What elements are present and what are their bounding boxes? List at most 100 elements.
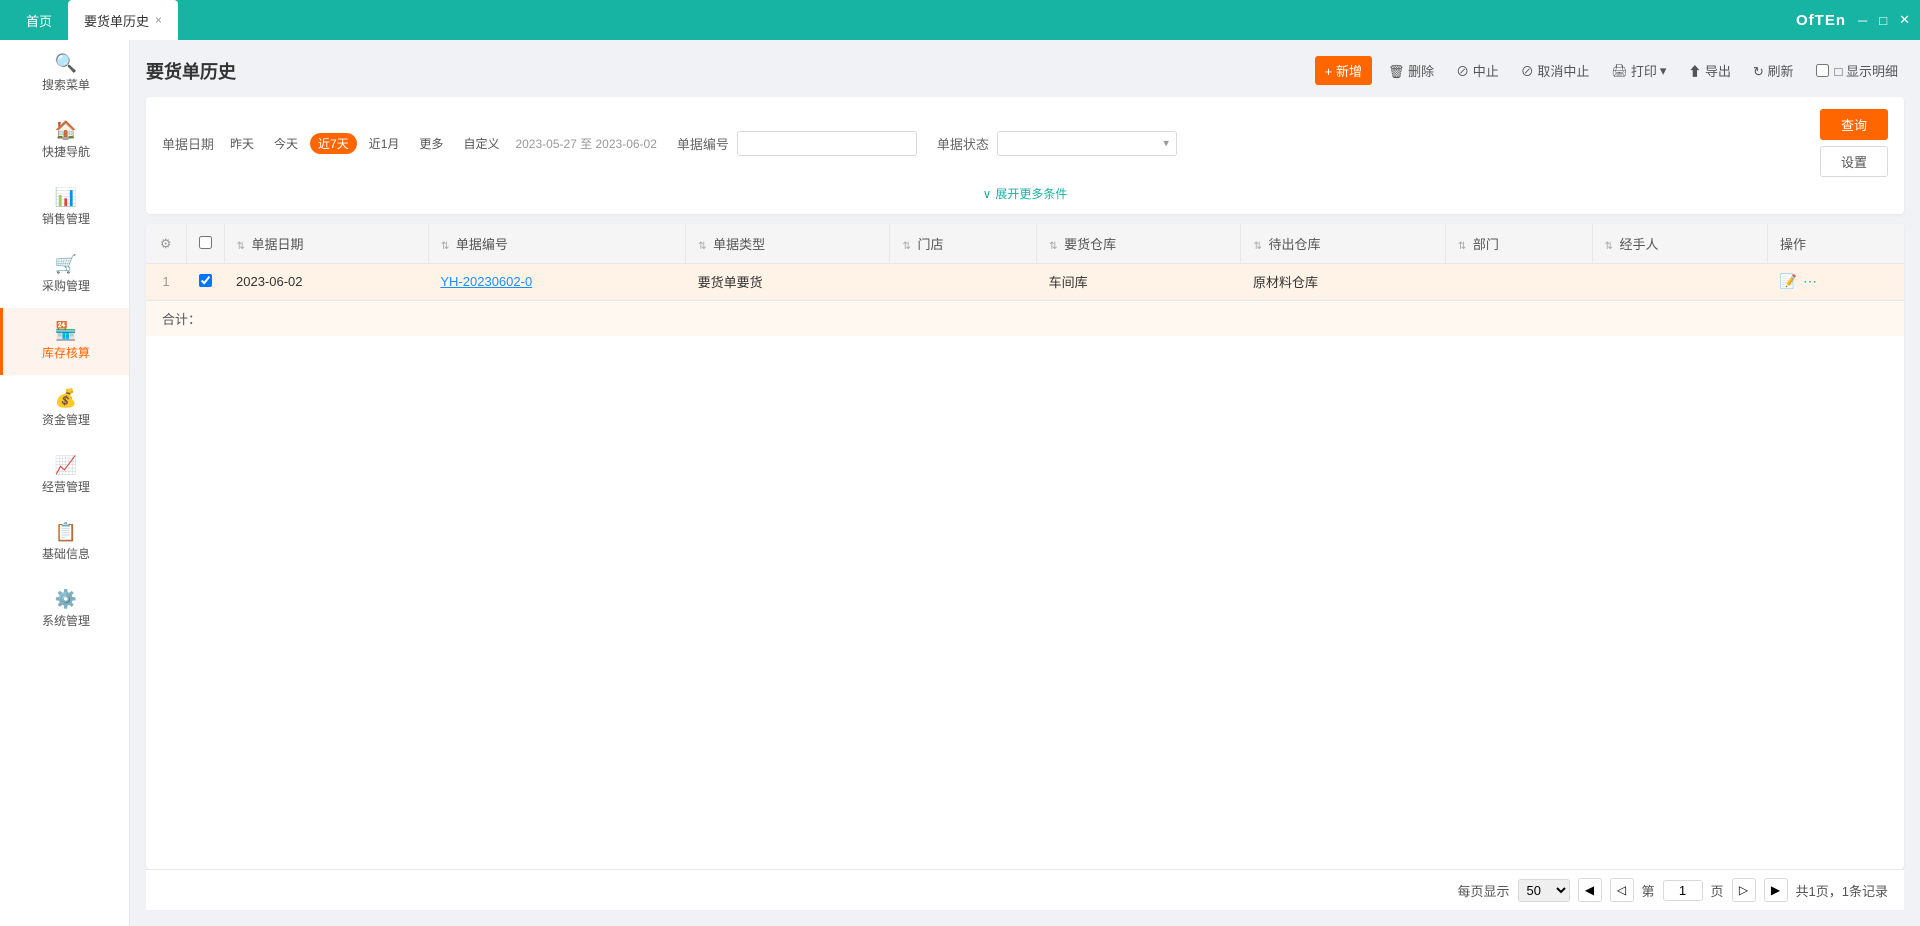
row-checkbox[interactable] [199, 274, 212, 287]
sales-icon: 📊 [55, 188, 77, 206]
sidebar-item-operations[interactable]: 📈 经营管理 [0, 442, 129, 509]
date-pill-7days[interactable]: 近7天 [310, 133, 357, 154]
table-container: ⚙ 单据日期 单据编号 单据类型 [146, 224, 1904, 869]
edit-op-btn[interactable]: 📝 [1780, 273, 1797, 290]
page-prefix: 第 [1642, 881, 1655, 900]
page-header: 要货单历史 + 新增 🗑 删除 ⊘ 中止 ⊘ 取消中止 🖨 打印 ▾ ⬆ 导出 … [146, 56, 1904, 85]
minimize-btn[interactable]: ─ [1858, 13, 1867, 28]
sidebar-item-system[interactable]: ⚙️ 系统管理 [0, 576, 129, 643]
delete-button[interactable]: 🗑 删除 [1382, 57, 1440, 84]
maximize-btn[interactable]: □ [1879, 13, 1887, 28]
page-title: 要货单历史 [146, 58, 236, 84]
more-op-btn[interactable]: ⋯ [1803, 273, 1817, 290]
last-page-button[interactable]: ▶ [1764, 878, 1788, 902]
prev-page-button[interactable]: ◁ [1610, 878, 1634, 902]
cell-doc-number[interactable]: YH-20230602-0 [428, 264, 685, 300]
doc-status-select-wrapper [997, 131, 1177, 156]
sidebar-item-sales[interactable]: 📊 销售管理 [0, 174, 129, 241]
th-doc-number[interactable]: 单据编号 [428, 224, 685, 264]
pagination-bar: 每页显示 50 10 20 100 ◀ ◁ 第 页 ▷ ▶ 共1页，1条记录 [146, 869, 1904, 910]
filter-area: 单据日期 昨天 今天 近7天 近1月 更多 自定义 2023-05-27 至 2… [146, 97, 1904, 214]
print-button[interactable]: 🖨 打印 ▾ [1605, 57, 1672, 84]
date-pill-today[interactable]: 今天 [266, 133, 306, 154]
query-button[interactable]: 查询 [1820, 109, 1888, 140]
page-size-select[interactable]: 50 10 20 100 [1518, 879, 1570, 902]
cell-store [890, 264, 1037, 300]
th-department[interactable]: 部门 [1445, 224, 1592, 264]
expand-icon: ∨ [983, 187, 992, 201]
page-number-input[interactable] [1663, 880, 1703, 901]
tab-home[interactable]: 首页 [10, 0, 68, 40]
doc-number-label: 单据编号 [677, 134, 729, 153]
date-filter-label: 单据日期 [162, 134, 214, 153]
date-pill-1month[interactable]: 近1月 [361, 133, 408, 154]
system-icon: ⚙️ [55, 590, 77, 608]
th-req-warehouse[interactable]: 要货仓库 [1037, 224, 1241, 264]
date-pill-yesterday[interactable]: 昨天 [222, 133, 262, 154]
search-menu-icon: 🔍 [55, 54, 77, 72]
doc-status-filter-group: 单据状态 [937, 131, 1177, 156]
filter-actions: 查询 设置 [1820, 109, 1888, 177]
table-header-row: ⚙ 单据日期 单据编号 单据类型 [146, 224, 1904, 264]
date-pill-more[interactable]: 更多 [411, 133, 451, 154]
total-info: 共1页，1条记录 [1796, 881, 1888, 900]
doc-status-select[interactable] [997, 131, 1177, 156]
th-doc-date[interactable]: 单据日期 [224, 224, 428, 264]
sidebar-item-search-menu[interactable]: 🔍 搜索菜单 [0, 40, 129, 107]
show-detail-button[interactable]: □ 显示明细 [1810, 57, 1904, 84]
show-detail-checkbox[interactable] [1816, 64, 1829, 77]
doc-number-input[interactable] [737, 131, 917, 156]
export-button[interactable]: ⬆ 导出 [1682, 57, 1737, 84]
settings-button[interactable]: 设置 [1820, 146, 1888, 177]
sidebar-item-basic-info[interactable]: 📋 基础信息 [0, 509, 129, 576]
cell-doc-type: 要货单要货 [686, 264, 890, 300]
doc-number-link[interactable]: YH-20230602-0 [440, 274, 532, 289]
th-settings[interactable]: ⚙ [146, 224, 186, 264]
cell-doc-date: 2023-06-02 [224, 264, 428, 300]
quick-nav-icon: 🏠 [55, 121, 77, 139]
basic-info-icon: 📋 [55, 523, 77, 541]
expand-label: 展开更多条件 [995, 185, 1067, 202]
cell-req-warehouse: 车间库 [1037, 264, 1241, 300]
sidebar: 🔍 搜索菜单 🏠 快捷导航 📊 销售管理 🛒 采购管理 🏪 库存核算 💰 资金管… [0, 40, 130, 926]
content-area: 要货单历史 + 新增 🗑 删除 ⊘ 中止 ⊘ 取消中止 🖨 打印 ▾ ⬆ 导出 … [130, 40, 1920, 926]
cancel-stop-button[interactable]: ⊘ 取消中止 [1515, 57, 1596, 84]
date-filter-group: 单据日期 昨天 今天 近7天 近1月 更多 自定义 2023-05-27 至 2… [162, 133, 657, 154]
th-pending-warehouse[interactable]: 待出仓库 [1241, 224, 1445, 264]
sidebar-item-inventory[interactable]: 🏪 库存核算 [0, 308, 129, 375]
sidebar-label-inventory: 库存核算 [42, 344, 90, 361]
tab-requisition-history[interactable]: 要货单历史 × [68, 0, 178, 40]
sidebar-item-purchase[interactable]: 🛒 采购管理 [0, 241, 129, 308]
tab-close-icon[interactable]: × [155, 13, 162, 27]
top-bar-right: OfTEn ─ □ ✕ [1796, 12, 1910, 29]
expand-more-btn[interactable]: ∨ 展开更多条件 [162, 185, 1888, 202]
sidebar-item-quick-nav[interactable]: 🏠 快捷导航 [0, 107, 129, 174]
sidebar-item-finance[interactable]: 💰 资金管理 [0, 375, 129, 442]
cell-operation: 📝 ⋯ [1768, 264, 1904, 300]
select-all-checkbox[interactable] [199, 236, 212, 249]
next-page-button[interactable]: ▷ [1732, 878, 1756, 902]
toolbar: + 新增 🗑 删除 ⊘ 中止 ⊘ 取消中止 🖨 打印 ▾ ⬆ 导出 ↻ 刷新 □… [1315, 56, 1904, 85]
sidebar-label-finance: 资金管理 [42, 411, 90, 428]
refresh-button[interactable]: ↻ 刷新 [1747, 57, 1800, 84]
th-store[interactable]: 门店 [890, 224, 1037, 264]
first-page-button[interactable]: ◀ [1578, 878, 1602, 902]
date-pill-custom[interactable]: 自定义 [455, 133, 507, 154]
sidebar-label-operations: 经营管理 [42, 478, 90, 495]
th-checkbox [186, 224, 224, 264]
date-pills: 昨天 今天 近7天 近1月 更多 自定义 [222, 133, 507, 154]
row-checkbox-cell [186, 264, 224, 300]
stop-button[interactable]: ⊘ 中止 [1450, 57, 1505, 84]
th-doc-type[interactable]: 单据类型 [686, 224, 890, 264]
doc-status-label: 单据状态 [937, 134, 989, 153]
new-button[interactable]: + 新增 [1315, 56, 1372, 85]
th-handler[interactable]: 经手人 [1592, 224, 1768, 264]
top-bar: 首页 要货单历史 × OfTEn ─ □ ✕ [0, 0, 1920, 40]
sidebar-label-basic-info: 基础信息 [42, 545, 90, 562]
date-range-text: 2023-05-27 至 2023-06-02 [515, 135, 656, 152]
close-btn[interactable]: ✕ [1899, 12, 1910, 28]
data-table: ⚙ 单据日期 单据编号 单据类型 [146, 224, 1904, 300]
cell-handler [1592, 264, 1768, 300]
filter-row: 单据日期 昨天 今天 近7天 近1月 更多 自定义 2023-05-27 至 2… [162, 109, 1888, 177]
finance-icon: 💰 [55, 389, 77, 407]
